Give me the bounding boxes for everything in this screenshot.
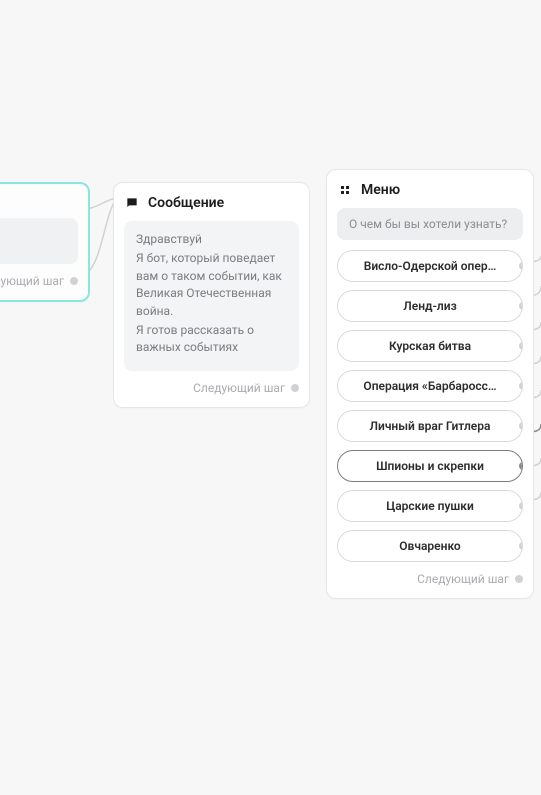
card-title: Сообщение xyxy=(148,195,224,211)
message-line: Я готов рассказать о важных событиях xyxy=(136,322,287,357)
menu-item[interactable]: Овчаренко xyxy=(337,530,523,562)
output-port-icon[interactable] xyxy=(515,575,523,583)
partial-placeholder xyxy=(0,218,78,264)
card-title: Меню xyxy=(361,182,400,198)
output-port-icon[interactable] xyxy=(519,462,523,470)
menu-item-label: Царские пушки xyxy=(386,499,474,513)
output-port-icon[interactable] xyxy=(519,262,523,270)
card-header: Сообщение xyxy=(124,195,299,211)
message-line: Я бот, который поведает вам о таком собы… xyxy=(136,250,287,320)
menu-card[interactable]: Меню О чем бы вы хотели узнать? Висло-Од… xyxy=(326,169,534,599)
next-step-row[interactable]: Следующий шаг xyxy=(124,381,299,395)
message-icon xyxy=(124,195,140,211)
next-step-label: Следующий шаг xyxy=(417,572,509,586)
output-port-icon[interactable] xyxy=(519,502,523,510)
output-port-icon[interactable] xyxy=(519,382,523,390)
message-body[interactable]: Здравствуй Я бот, который поведает вам о… xyxy=(124,221,299,371)
menu-icon xyxy=(337,182,353,198)
menu-item[interactable]: Личный враг Гитлера xyxy=(337,410,523,442)
menu-item[interactable]: Ленд-лиз xyxy=(337,290,523,322)
output-port-icon[interactable] xyxy=(519,542,523,550)
card-header: Меню xyxy=(337,182,523,198)
menu-item[interactable]: Висло-Одерской опер… xyxy=(337,250,523,282)
menu-item-label: Личный враг Гитлера xyxy=(370,419,491,433)
menu-item[interactable]: Царские пушки xyxy=(337,490,523,522)
menu-prompt[interactable]: О чем бы вы хотели узнать? xyxy=(337,208,523,240)
next-step-label: Следующий шаг xyxy=(193,381,285,395)
menu-item-label: Операция «Барбаросс… xyxy=(363,379,496,393)
menu-item[interactable]: Операция «Барбаросс… xyxy=(337,370,523,402)
menu-item[interactable]: Шпионы и скрепки xyxy=(337,450,523,482)
menu-item-label: Курская битва xyxy=(389,339,471,353)
output-port-icon[interactable] xyxy=(519,302,523,310)
message-line: Здравствуй xyxy=(136,231,287,248)
menu-item-label: Висло-Одерской опер… xyxy=(364,259,497,273)
flow-canvas[interactable]: дующий шаг Сообщение Здравствуй Я бот, к… xyxy=(0,0,541,795)
message-card[interactable]: Сообщение Здравствуй Я бот, который пове… xyxy=(113,182,310,408)
menu-item-label: Овчаренко xyxy=(399,539,460,553)
menu-item[interactable]: Курская битва xyxy=(337,330,523,362)
output-port-icon[interactable] xyxy=(291,384,299,392)
output-port-icon[interactable] xyxy=(519,422,523,430)
output-port-icon[interactable] xyxy=(70,277,78,285)
menu-item-label: Ленд-лиз xyxy=(403,299,456,313)
output-port-icon[interactable] xyxy=(519,342,523,350)
menu-item-label: Шпионы и скрепки xyxy=(376,459,484,473)
partial-card[interactable]: дующий шаг xyxy=(0,182,90,302)
next-step-row[interactable]: дующий шаг xyxy=(0,274,78,288)
menu-items-list: Висло-Одерской опер… Ленд-лиз Курская битв… xyxy=(337,250,523,562)
next-step-row[interactable]: Следующий шаг xyxy=(337,572,523,586)
next-step-label: дующий шаг xyxy=(0,274,64,288)
